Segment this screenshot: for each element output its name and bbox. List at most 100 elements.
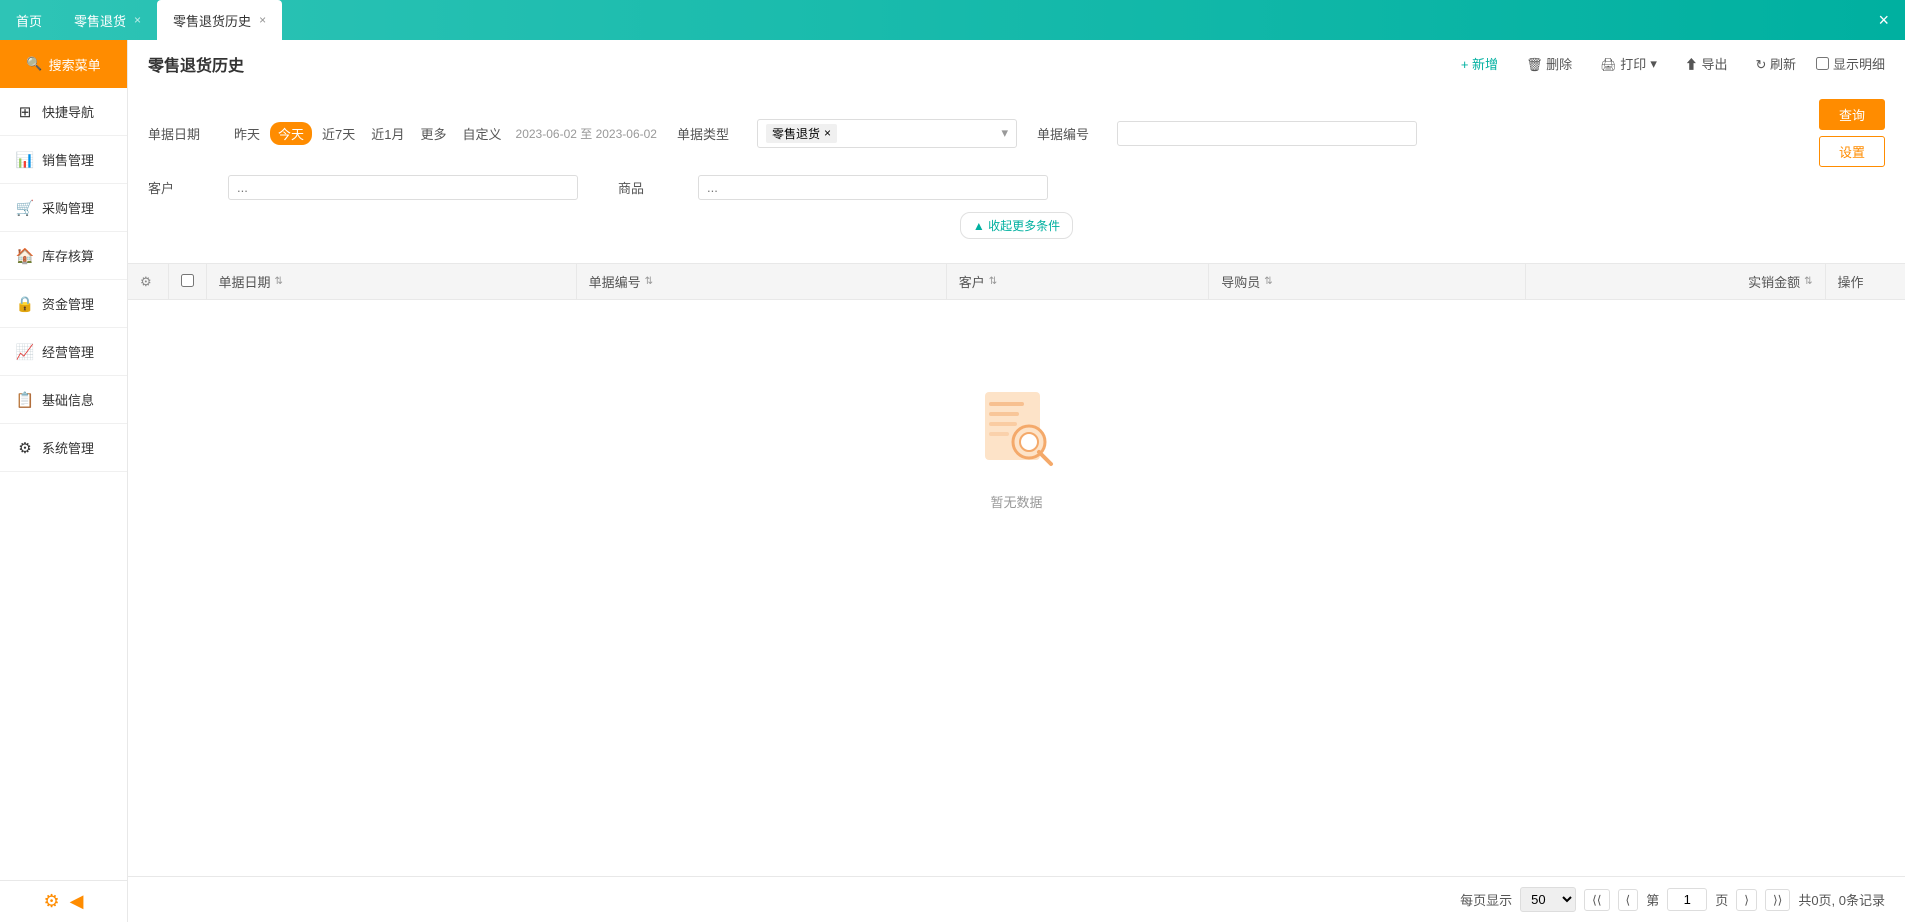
sort-no-icon: ⇅ [645, 276, 653, 287]
sidebar-item-label: 销售管理 [42, 150, 94, 169]
remove-voucher-type-icon[interactable]: × [824, 126, 831, 140]
inventory-icon: 🏠 [16, 247, 34, 265]
sidebar-item-label: 快捷导航 [42, 102, 94, 121]
empty-state-row: 暂无数据 [128, 300, 1905, 592]
sidebar-item-label: 采购管理 [42, 198, 94, 217]
pagination-bar: 每页显示 50 20 100 ⟨⟨ ⟨ 第 页 ⟩ ⟩⟩ 共0页, 0条记录 [128, 876, 1905, 922]
data-table: ⚙ 单据日期 ⇅ 单据编号 [128, 264, 1905, 591]
empty-state-text: 暂无数据 [990, 492, 1042, 511]
sidebar-search[interactable]: 🔍 搜索菜单 [0, 40, 127, 88]
date-option-custom[interactable]: 自定义 [457, 122, 508, 145]
refresh-button[interactable]: ↻ 刷新 [1747, 50, 1804, 77]
quick-nav-icon: ⊞ [16, 103, 34, 121]
date-options: 昨天 今天 近7天 近1月 更多 自定义 2023-06-02 至 2023-0… [228, 122, 657, 145]
first-page-button[interactable]: ⟨⟨ [1584, 889, 1609, 911]
show-detail-label: 显示明细 [1833, 54, 1885, 73]
table-header: ⚙ 单据日期 ⇅ 单据编号 [128, 264, 1905, 300]
sidebar-item-label: 经营管理 [42, 342, 94, 361]
sidebar-bottom: ⚙ ◀ [0, 880, 127, 922]
sidebar-item-inventory[interactable]: 🏠 库存核算 [0, 232, 127, 280]
th-gear[interactable]: ⚙ [128, 264, 168, 300]
filter-row-2: 客户 商品 [148, 175, 1885, 200]
collapse-sidebar-icon[interactable]: ◀ [70, 891, 84, 912]
print-dropdown-icon: ▾ [1650, 56, 1657, 72]
table-body: 暂无数据 [128, 300, 1905, 592]
tab-retail-return[interactable]: 零售退货 × [58, 0, 157, 40]
voucher-type-select[interactable]: 零售退货 × ▾ [757, 119, 1017, 148]
select-all-checkbox[interactable] [181, 274, 194, 287]
sort-guide-icon: ⇅ [1264, 276, 1272, 287]
sidebar-item-basic-info[interactable]: 📋 基础信息 [0, 376, 127, 424]
date-option-7days[interactable]: 近7天 [316, 122, 361, 145]
next-page-button[interactable]: ⟩ [1736, 889, 1757, 911]
sidebar-item-finance[interactable]: 🔒 资金管理 [0, 280, 127, 328]
voucher-type-tag: 零售退货 × [766, 124, 837, 143]
show-detail-checkbox[interactable] [1816, 57, 1829, 70]
sidebar-item-label: 资金管理 [42, 294, 94, 313]
date-option-more[interactable]: 更多 [415, 122, 453, 145]
empty-state-icon [967, 380, 1067, 480]
sidebar-item-operations[interactable]: 📈 经营管理 [0, 328, 127, 376]
sidebar-item-label: 库存核算 [42, 246, 94, 265]
table-header-row: ⚙ 单据日期 ⇅ 单据编号 [128, 264, 1905, 300]
toolbar: + 新增 🗑 删除 🖨 打印 ▾ ⬆ 导出 ↻ 刷新 [1453, 50, 1885, 77]
table-container: ⚙ 单据日期 ⇅ 单据编号 [128, 264, 1905, 876]
operations-icon: 📈 [16, 343, 34, 361]
tab-home[interactable]: 首页 [0, 0, 58, 40]
sidebar-item-quick-nav[interactable]: ⊞ 快捷导航 [0, 88, 127, 136]
customer-label: 客户 [148, 178, 208, 197]
print-button[interactable]: 🖨 打印 ▾ [1592, 50, 1665, 77]
page-size-select[interactable]: 50 20 100 [1520, 887, 1576, 912]
show-detail-checkbox-label[interactable]: 显示明细 [1816, 54, 1885, 73]
date-option-1month[interactable]: 近1月 [365, 122, 410, 145]
refresh-button-label: ↻ 刷新 [1755, 54, 1796, 73]
export-button[interactable]: ⬆ 导出 [1677, 50, 1736, 77]
current-page-input[interactable] [1667, 888, 1707, 911]
setting-button[interactable]: 设置 [1819, 136, 1885, 167]
total-records-text: 共0页, 0条记录 [1798, 890, 1885, 909]
top-bar: 首页 零售退货 × 零售退货历史 × × [0, 0, 1905, 40]
th-no[interactable]: 单据编号 ⇅ [576, 264, 946, 300]
th-amount[interactable]: 实销金额 ⇅ [1525, 264, 1825, 300]
goods-input[interactable] [698, 175, 1048, 200]
sidebar-item-system-mgmt[interactable]: ⚙ 系统管理 [0, 424, 127, 472]
voucher-type-label: 单据类型 [677, 124, 737, 143]
sort-customer-icon: ⇅ [989, 276, 997, 287]
customer-input[interactable] [228, 175, 578, 200]
sidebar: 🔍 搜索菜单 ⊞ 快捷导航 📊 销售管理 🛒 采购管理 🏠 库存核算 🔒 资金管… [0, 40, 128, 922]
voucher-no-label: 单据编号 [1037, 124, 1097, 143]
voucher-type-tag-value: 零售退货 × [766, 124, 837, 143]
settings-icon[interactable]: ⚙ [44, 891, 60, 912]
date-option-today[interactable]: 今天 [270, 122, 312, 145]
page-title-row: 零售退货历史 + 新增 🗑 删除 🖨 打印 ▾ ⬆ 导出 [148, 50, 1885, 77]
sidebar-item-purchase-mgmt[interactable]: 🛒 采购管理 [0, 184, 127, 232]
window-close-icon[interactable]: × [1878, 10, 1889, 31]
query-button[interactable]: 查询 [1819, 99, 1885, 130]
goods-label: 商品 [618, 178, 678, 197]
prev-page-button[interactable]: ⟨ [1618, 889, 1639, 911]
sidebar-search-label: 搜索菜单 [49, 55, 101, 74]
gear-icon[interactable]: ⚙ [140, 274, 152, 289]
finance-icon: 🔒 [16, 295, 34, 313]
content-area: 零售退货历史 + 新增 🗑 删除 🖨 打印 ▾ ⬆ 导出 [128, 40, 1905, 922]
voucher-no-input[interactable] [1117, 121, 1417, 146]
page-size-label: 每页显示 [1460, 890, 1512, 909]
th-date[interactable]: 单据日期 ⇅ [206, 264, 576, 300]
purchase-icon: 🛒 [16, 199, 34, 217]
date-option-yesterday[interactable]: 昨天 [228, 122, 266, 145]
th-customer[interactable]: 客户 ⇅ [946, 264, 1208, 300]
close-tab-retail-return[interactable]: × [134, 13, 141, 27]
th-action: 操作 [1825, 264, 1905, 300]
new-button[interactable]: + 新增 [1453, 50, 1506, 77]
collapse-filter-button[interactable]: ▲ 收起更多条件 [960, 212, 1073, 239]
page-label-prefix: 第 [1646, 890, 1659, 909]
delete-button[interactable]: 🗑 删除 [1518, 50, 1580, 77]
last-page-button[interactable]: ⟩⟩ [1765, 889, 1790, 911]
close-tab-retail-return-history[interactable]: × [259, 13, 266, 27]
page-title: 零售退货历史 [148, 52, 244, 76]
tab-retail-return-history[interactable]: 零售退货历史 × [157, 0, 282, 40]
th-guide[interactable]: 导购员 ⇅ [1209, 264, 1525, 300]
sidebar-item-sales-mgmt[interactable]: 📊 销售管理 [0, 136, 127, 184]
basic-info-icon: 📋 [16, 391, 34, 409]
top-bar-right: × [1858, 10, 1905, 31]
